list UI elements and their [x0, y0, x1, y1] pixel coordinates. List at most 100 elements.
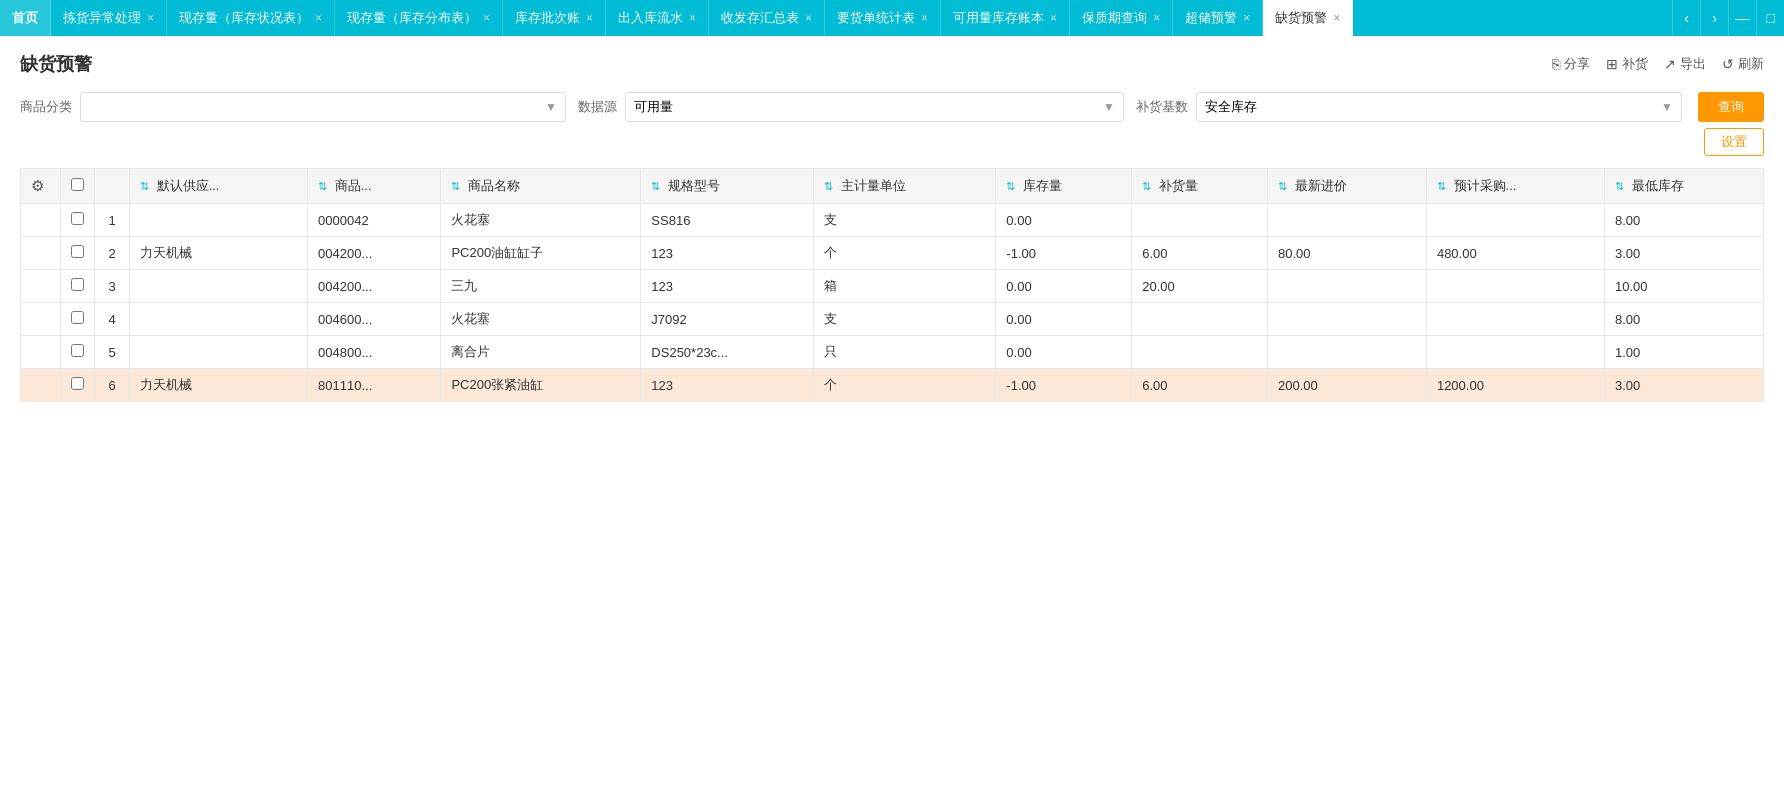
row-code-cell: 801110...: [308, 369, 441, 402]
export-button[interactable]: ↗ 导出: [1664, 55, 1706, 73]
col-name-label: 商品名称: [468, 178, 520, 193]
nav-minimize-button[interactable]: —: [1728, 0, 1756, 36]
row-code-cell: 004800...: [308, 336, 441, 369]
category-select[interactable]: ▼: [80, 92, 566, 122]
datasource-chevron-icon: ▼: [1103, 100, 1115, 114]
row-price-cell: [1268, 270, 1427, 303]
col-checkbox[interactable]: [61, 169, 95, 204]
category-label: 商品分类: [20, 98, 72, 116]
nav-tab-4[interactable]: 库存批次账 ×: [503, 0, 606, 36]
nav-tab-1-close[interactable]: ×: [147, 11, 154, 25]
nav-tab-2-close[interactable]: ×: [315, 11, 322, 25]
nav-tab-3-close[interactable]: ×: [483, 11, 490, 25]
table-row: 6 力天机械 801110... PC200张紧油缸 123 个 -1.00 6…: [21, 369, 1764, 402]
col-code-label: 商品...: [335, 178, 372, 193]
nav-tab-6[interactable]: 收发存汇总表 ×: [709, 0, 825, 36]
nav-tab-8-close[interactable]: ×: [1050, 11, 1057, 25]
col-spec[interactable]: ⇅ 规格型号: [641, 169, 814, 204]
row-settings-cell: [21, 303, 61, 336]
row-name-cell: 三九: [441, 270, 641, 303]
nav-tab-9-close[interactable]: ×: [1153, 11, 1160, 25]
nav-tab-9[interactable]: 保质期查询 ×: [1070, 0, 1173, 36]
col-product-name[interactable]: ⇅ 商品名称: [441, 169, 641, 204]
row-checkbox-cell[interactable]: [61, 270, 95, 303]
nav-tab-2[interactable]: 现存量（库存状况表） ×: [167, 0, 335, 36]
col-settings[interactable]: ⚙: [21, 169, 61, 204]
refresh-icon: ↺: [1722, 56, 1734, 72]
nav-tab-4-label: 库存批次账: [515, 9, 580, 27]
category-filter: 商品分类 ▼: [20, 92, 566, 122]
share-button[interactable]: ⎘ 分享: [1552, 55, 1590, 73]
col-unit[interactable]: ⇅ 主计量单位: [814, 169, 996, 204]
row-settings-cell: [21, 369, 61, 402]
nav-tab-11-label: 缺货预警: [1275, 9, 1327, 27]
settings-button[interactable]: 设置: [1704, 128, 1764, 156]
nav-tab-1[interactable]: 拣货异常处理 ×: [51, 0, 167, 36]
row-name-cell: PC200油缸缸子: [441, 237, 641, 270]
nav-tab-home[interactable]: 首页: [0, 0, 51, 36]
nav-tab-6-close[interactable]: ×: [805, 11, 812, 25]
col-default-supplier[interactable]: ⇅ 默认供应...: [130, 169, 308, 204]
nav-tab-5-close[interactable]: ×: [689, 11, 696, 25]
row-price-cell: 80.00: [1268, 237, 1427, 270]
nav-tab-10[interactable]: 超储预警 ×: [1173, 0, 1263, 36]
row-supplier-cell: [130, 204, 308, 237]
nav-tab-7[interactable]: 要货单统计表 ×: [825, 0, 941, 36]
row-settings-cell: [21, 336, 61, 369]
nav-tab-5[interactable]: 出入库流水 ×: [606, 0, 709, 36]
refresh-button[interactable]: ↺ 刷新: [1722, 55, 1764, 73]
row-supplier-cell: [130, 303, 308, 336]
restock-basis-label: 补货基数: [1136, 98, 1188, 116]
select-all-checkbox[interactable]: [71, 178, 84, 191]
row-num-cell: 3: [95, 270, 130, 303]
row-spec-cell: J7092: [641, 303, 814, 336]
restock-button[interactable]: ⊞ 补货: [1606, 55, 1648, 73]
query-button[interactable]: 查询: [1698, 92, 1764, 122]
nav-tab-11-close[interactable]: ×: [1333, 11, 1340, 25]
row-spec-cell: DS250*23c...: [641, 336, 814, 369]
restock-basis-select[interactable]: 安全库存 ▼: [1196, 92, 1682, 122]
settings-gear-icon[interactable]: ⚙: [31, 177, 44, 194]
row-checkbox-1[interactable]: [71, 245, 84, 258]
nav-tab-4-close[interactable]: ×: [586, 11, 593, 25]
restock-basis-value: 安全库存: [1205, 98, 1257, 116]
sort-icon-min-stock: ⇅: [1615, 180, 1624, 192]
col-stock-qty[interactable]: ⇅ 库存量: [996, 169, 1132, 204]
col-product-code[interactable]: ⇅ 商品...: [308, 169, 441, 204]
row-stock-cell: -1.00: [996, 369, 1132, 402]
nav-tab-7-close[interactable]: ×: [921, 11, 928, 25]
row-checkbox-cell[interactable]: [61, 237, 95, 270]
nav-tab-3[interactable]: 现存量（库存分布表） ×: [335, 0, 503, 36]
table-row: 4 004600... 火花塞 J7092 支 0.00 8.00: [21, 303, 1764, 336]
col-estimated-purchase[interactable]: ⇅ 预计采购...: [1426, 169, 1604, 204]
row-checkbox-5[interactable]: [71, 377, 84, 390]
refresh-label: 刷新: [1738, 55, 1764, 73]
row-checkbox-cell[interactable]: [61, 303, 95, 336]
header-actions: ⎘ 分享 ⊞ 补货 ↗ 导出 ↺ 刷新: [1552, 55, 1764, 73]
col-latest-price[interactable]: ⇅ 最新进价: [1268, 169, 1427, 204]
nav-tab-8[interactable]: 可用量库存账本 ×: [941, 0, 1070, 36]
row-settings-cell: [21, 204, 61, 237]
nav-next-button[interactable]: ›: [1700, 0, 1728, 36]
row-checkbox-cell[interactable]: [61, 369, 95, 402]
row-checkbox-cell[interactable]: [61, 204, 95, 237]
row-name-cell: 火花塞: [441, 204, 641, 237]
nav-tab-11[interactable]: 缺货预警 ×: [1263, 0, 1353, 36]
nav-prev-button[interactable]: ‹: [1672, 0, 1700, 36]
row-name-cell: 火花塞: [441, 303, 641, 336]
row-checkbox-2[interactable]: [71, 278, 84, 291]
nav-tab-5-label: 出入库流水: [618, 9, 683, 27]
col-restock-qty[interactable]: ⇅ 补货量: [1132, 169, 1268, 204]
row-checkbox-3[interactable]: [71, 311, 84, 324]
col-min-stock[interactable]: ⇅ 最低库存: [1605, 169, 1764, 204]
nav-maximize-button[interactable]: □: [1756, 0, 1784, 36]
row-settings-cell: [21, 237, 61, 270]
nav-tab-10-close[interactable]: ×: [1243, 11, 1250, 25]
restock-basis-chevron-icon: ▼: [1661, 100, 1673, 114]
nav-tab-2-label: 现存量（库存状况表）: [179, 9, 309, 27]
nav-tab-9-label: 保质期查询: [1082, 9, 1147, 27]
row-checkbox-0[interactable]: [71, 212, 84, 225]
row-checkbox-cell[interactable]: [61, 336, 95, 369]
row-checkbox-4[interactable]: [71, 344, 84, 357]
datasource-select[interactable]: 可用量 ▼: [625, 92, 1124, 122]
